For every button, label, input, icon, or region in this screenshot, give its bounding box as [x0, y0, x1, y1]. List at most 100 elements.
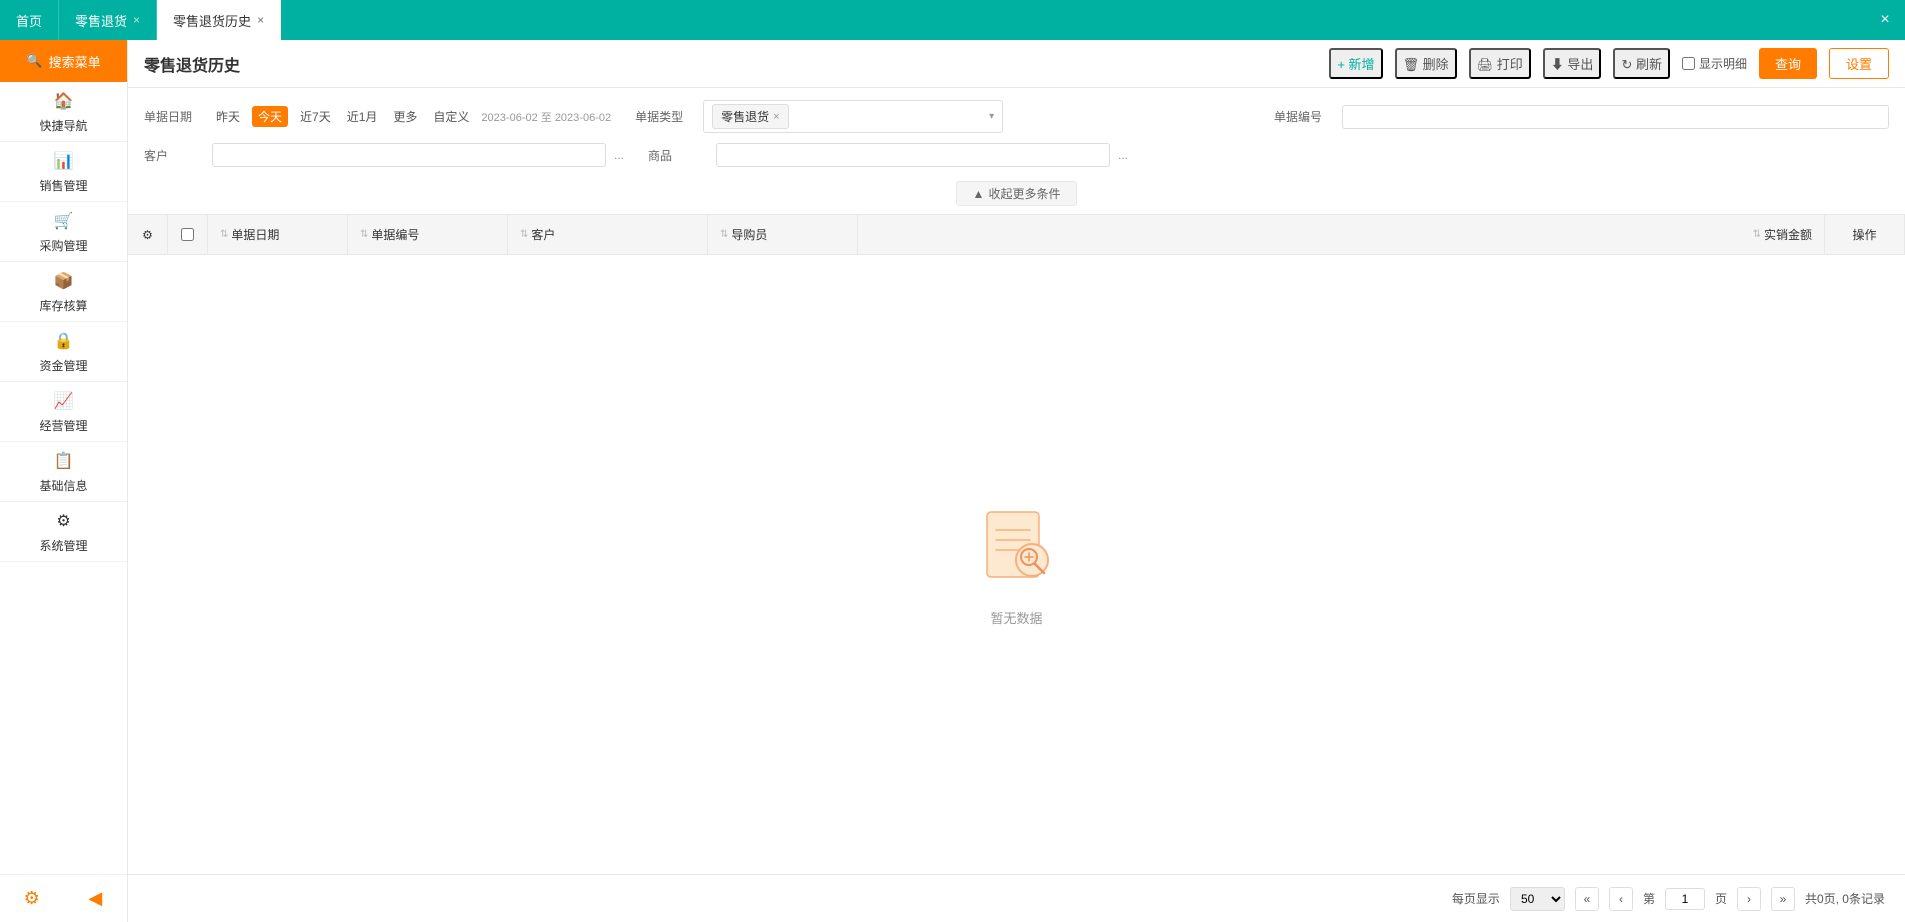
sidebar-item-quick-nav[interactable]: 🏠 快捷导航 [0, 82, 127, 142]
page-header: 零售退货历史 + 新增 🗑 删除 🖨 打印 ⬇ 导出 ↻ 刷新 显示明细 查询 … [128, 40, 1905, 88]
tab-list: 首页 零售退货 × 零售退货历史 × [0, 0, 1865, 40]
filter-area: 单据日期 昨天 今天 近7天 近1月 更多 自定义 2023-06-02 至 2… [128, 88, 1905, 215]
select-all-checkbox[interactable] [181, 228, 194, 241]
page-input[interactable] [1665, 888, 1705, 910]
sidebar-item-inventory-label: 库存核算 [39, 297, 87, 314]
operations-icon: 📈 [52, 389, 76, 413]
top-bar: 首页 零售退货 × 零售退货历史 × × [0, 0, 1905, 40]
th-customer[interactable]: ⇅ 客户 [508, 215, 708, 254]
sort-amount-icon: ⇅ [1753, 229, 1761, 240]
query-button[interactable]: 查询 [1759, 48, 1817, 79]
collapse-label: 收起更多条件 [988, 185, 1060, 202]
filter-row-2: 客户 ... 商品 ... [144, 143, 1889, 167]
th-checkbox[interactable] [168, 215, 208, 254]
tab-home[interactable]: 首页 [0, 0, 59, 40]
inventory-icon: 📦 [52, 269, 76, 293]
tab-retail-return-close[interactable]: × [133, 13, 140, 27]
header-actions: + 新增 🗑 删除 🖨 打印 ⬇ 导出 ↻ 刷新 显示明细 查询 设置 [1329, 48, 1889, 79]
page-title: 零售退货历史 [144, 52, 240, 76]
th-docno[interactable]: ⇅ 单据编号 [348, 215, 508, 254]
date-option-7days[interactable]: 近7天 [296, 106, 335, 127]
date-option-custom[interactable]: 自定义 [429, 106, 473, 127]
th-action: 操作 [1825, 215, 1905, 254]
per-page-label: 每页显示 [1452, 890, 1500, 907]
date-range-display: 2023-06-02 至 2023-06-02 [481, 109, 611, 125]
th-date[interactable]: ⇅ 单据日期 [208, 215, 348, 254]
th-amount-label: 实销金额 [1764, 226, 1812, 243]
customer-dots[interactable]: ... [614, 148, 624, 162]
sidebar-item-operations[interactable]: 📈 经营管理 [0, 382, 127, 442]
goods-dots[interactable]: ... [1118, 148, 1128, 162]
refresh-button[interactable]: ↻ 刷新 [1613, 48, 1670, 79]
sidebar: 🔍 搜索菜单 🏠 快捷导航 📊 销售管理 🛒 采购管理 📦 库存核算 🔒 [0, 40, 128, 922]
th-docno-label: 单据编号 [371, 226, 419, 243]
sidebar-item-base-info[interactable]: 📋 基础信息 [0, 442, 127, 502]
sidebar-item-system[interactable]: ⚙ 系统管理 [0, 502, 127, 562]
sidebar-settings-button[interactable]: ⚙ [14, 881, 50, 917]
doc-date-label: 单据日期 [144, 108, 204, 125]
sidebar-item-purchase-label: 采购管理 [39, 237, 87, 254]
sidebar-item-sales-label: 销售管理 [39, 177, 87, 194]
customer-input[interactable] [212, 143, 606, 167]
collapse-button[interactable]: ▲ 收起更多条件 [956, 181, 1078, 206]
sidebar-item-operations-label: 经营管理 [39, 417, 87, 434]
main-layout: 🔍 搜索菜单 🏠 快捷导航 📊 销售管理 🛒 采购管理 📦 库存核算 🔒 [0, 40, 1905, 922]
sort-guide-icon: ⇅ [720, 229, 728, 240]
new-button[interactable]: + 新增 [1329, 48, 1382, 79]
base-info-icon: 📋 [52, 449, 76, 473]
sidebar-nav: 🏠 快捷导航 📊 销售管理 🛒 采购管理 📦 库存核算 🔒 资金管理 📈 [0, 82, 127, 874]
empty-text: 暂无数据 [990, 608, 1042, 627]
sidebar-item-purchase[interactable]: 🛒 采购管理 [0, 202, 127, 262]
doc-type-select[interactable]: 零售退货 × ▾ [703, 100, 1003, 133]
goods-input[interactable] [716, 143, 1110, 167]
table-header: ⚙ ⇅ 单据日期 ⇅ 单据编号 ⇅ 客户 ⇅ [128, 215, 1905, 255]
setting-button[interactable]: 设置 [1829, 48, 1889, 79]
sidebar-item-sales[interactable]: 📊 销售管理 [0, 142, 127, 202]
tab-retail-return-history[interactable]: 零售退货历史 × [157, 0, 281, 40]
sort-docno-icon: ⇅ [360, 229, 368, 240]
window-close-button[interactable]: × [1865, 0, 1905, 40]
display-detail-label: 显示明细 [1699, 55, 1747, 72]
date-option-more[interactable]: 更多 [389, 106, 421, 127]
display-detail-checkbox[interactable] [1682, 57, 1695, 70]
doc-type-tag-close[interactable]: × [773, 111, 779, 123]
th-date-label: 单据日期 [231, 226, 279, 243]
tab-retail-return-label: 零售退货 [75, 11, 127, 30]
th-settings[interactable]: ⚙ [128, 215, 168, 254]
first-page-button[interactable]: « [1575, 887, 1599, 911]
purchase-icon: 🛒 [52, 209, 76, 233]
date-option-1month[interactable]: 近1月 [343, 106, 382, 127]
date-option-yesterday[interactable]: 昨天 [212, 106, 244, 127]
th-guide-label: 导购员 [731, 226, 767, 243]
settings-icon: ⚙ [142, 228, 153, 242]
doc-no-input[interactable] [1342, 105, 1889, 129]
sidebar-item-finance[interactable]: 🔒 资金管理 [0, 322, 127, 382]
date-options-group: 昨天 今天 近7天 近1月 更多 自定义 2023-06-02 至 2023-0… [212, 106, 611, 127]
sidebar-item-inventory[interactable]: 📦 库存核算 [0, 262, 127, 322]
th-guide[interactable]: ⇅ 导购员 [708, 215, 858, 254]
sidebar-item-system-label: 系统管理 [39, 537, 87, 554]
tab-retail-return[interactable]: 零售退货 × [59, 0, 157, 40]
doc-type-tag-label: 零售退货 [721, 108, 769, 125]
sort-date-icon: ⇅ [220, 229, 228, 240]
per-page-select[interactable]: 50 10 20 100 [1510, 887, 1565, 911]
tab-retail-return-history-close[interactable]: × [257, 13, 264, 27]
sidebar-collapse-button[interactable]: ◀ [77, 881, 113, 917]
next-page-button[interactable]: › [1737, 887, 1761, 911]
finance-icon: 🔒 [52, 329, 76, 353]
print-button[interactable]: 🖨 打印 [1469, 48, 1531, 79]
empty-illustration [972, 502, 1062, 592]
page-label: 第 [1643, 890, 1655, 907]
doc-type-tag: 零售退货 × [712, 104, 788, 129]
date-option-today[interactable]: 今天 [252, 106, 288, 127]
sidebar-item-quick-nav-label: 快捷导航 [39, 117, 87, 134]
page-unit: 页 [1715, 890, 1727, 907]
export-button[interactable]: ⬇ 导出 [1543, 48, 1602, 79]
th-amount[interactable]: ⇅ 实销金额 [858, 215, 1825, 254]
last-page-button[interactable]: » [1771, 887, 1795, 911]
sidebar-search[interactable]: 🔍 搜索菜单 [0, 40, 127, 82]
delete-button[interactable]: 🗑 删除 [1395, 48, 1457, 79]
prev-page-button[interactable]: ‹ [1609, 887, 1633, 911]
sales-icon: 📊 [52, 149, 76, 173]
display-detail-toggle[interactable]: 显示明细 [1682, 55, 1747, 72]
